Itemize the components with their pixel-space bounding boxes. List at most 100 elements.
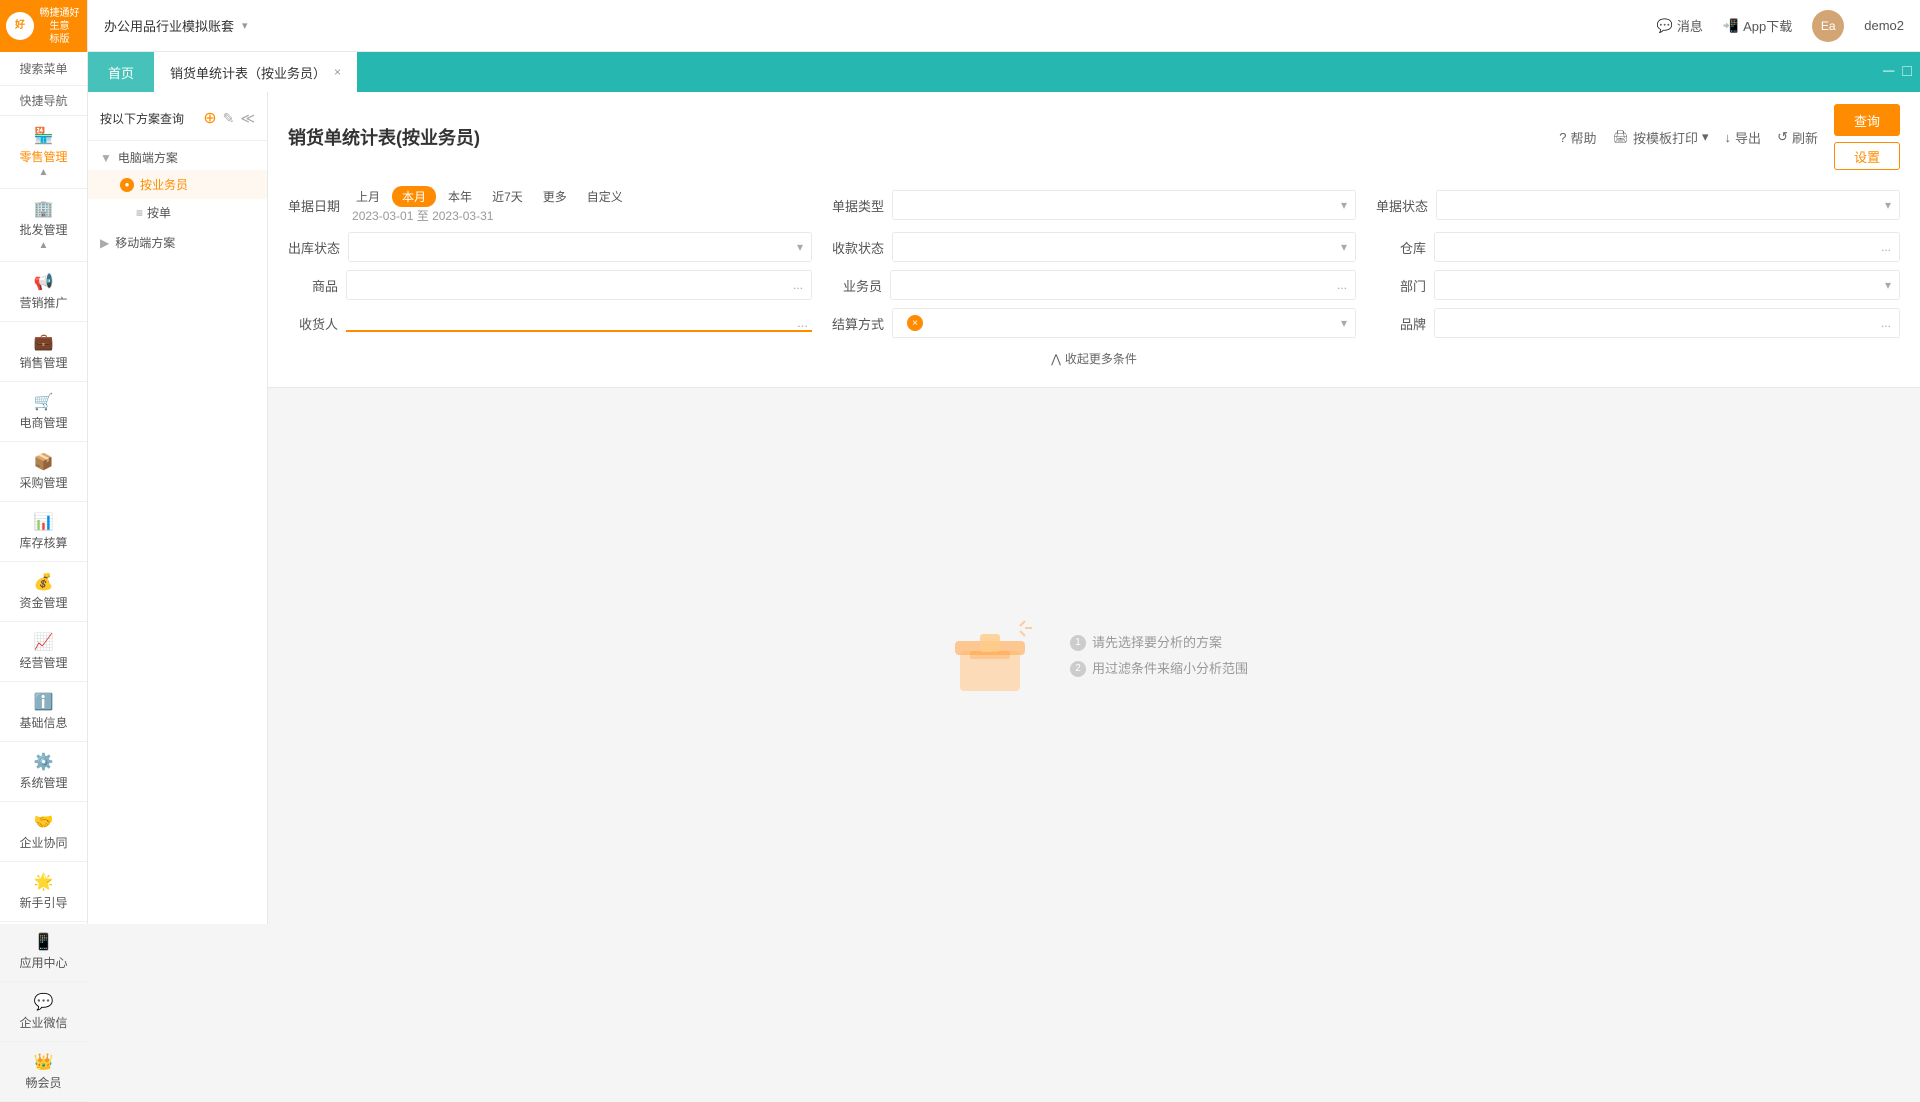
operations-icon: 📈 — [34, 632, 54, 652]
sidebar-item-sales[interactable]: 💼 销售管理 — [0, 322, 87, 382]
topbar: 办公用品行业模拟账套 ▾ 💬 消息 📲 App下载 Ea demo2 — [88, 0, 1920, 52]
tab-active[interactable]: 销货单统计表（按业务员） × — [154, 52, 357, 92]
page-actions: ? 帮助 🖨 按模板打印 ▾ ↓ 导出 ↺ — [1559, 104, 1900, 170]
page-title-row: 销货单统计表(按业务员) ? 帮助 🖨 按模板打印 ▾ ↓ — [288, 104, 1900, 170]
tab-close-icon[interactable]: × — [334, 65, 341, 79]
print-btn[interactable]: 🖨 按模板打印 ▾ — [1612, 128, 1708, 147]
payment-status-label: 收款状态 — [832, 238, 884, 257]
sidebar-item-inventory[interactable]: 📊 库存核算 — [0, 502, 87, 562]
product-label: 商品 — [288, 276, 338, 295]
settings-button[interactable]: 设置 — [1834, 142, 1900, 170]
industry-dropdown-icon[interactable]: ▾ — [242, 19, 248, 32]
scheme-label: 按业务员 — [140, 176, 188, 193]
stock-status-select[interactable]: ▾ — [348, 232, 812, 262]
apps-icon: 📱 — [34, 932, 54, 952]
department-select[interactable]: ▾ — [1434, 270, 1900, 300]
department-arrow: ▾ — [1885, 278, 1891, 292]
doc-status-select[interactable]: ▾ — [1436, 190, 1900, 220]
sidebar-item-operations[interactable]: 📈 经营管理 — [0, 622, 87, 682]
right-panel: 销货单统计表(按业务员) ? 帮助 🖨 按模板打印 ▾ ↓ — [268, 92, 1920, 924]
mobile-group-header[interactable]: ▶ 移动端方案 — [88, 230, 267, 255]
date-tab-thismonth[interactable]: 本月 — [392, 186, 436, 207]
order-icon: ≡ — [136, 206, 143, 220]
empty-illustration — [940, 606, 1040, 706]
sidebar-item-finance[interactable]: 💰 资金管理 — [0, 562, 87, 622]
stock-status-cell: 出库状态 ▾ — [288, 232, 812, 262]
settlement-select[interactable]: × ▾ — [892, 308, 1356, 338]
salesperson-dots: ... — [1337, 278, 1347, 292]
search-menu[interactable]: 搜索菜单 — [0, 52, 87, 86]
sidebar-item-basic[interactable]: ℹ️ 基础信息 — [0, 682, 87, 742]
settlement-arrow: ▾ — [1341, 316, 1347, 330]
finance-icon: 💰 — [34, 572, 54, 592]
brand-label: 品牌 — [1376, 314, 1426, 333]
panel-header: 按以下方案查询 ⊕ ✎ ≪ — [88, 104, 267, 136]
basic-icon: ℹ️ — [34, 692, 54, 712]
scheme-sub-item-order[interactable]: ≡ 按单 — [88, 199, 267, 226]
active-dot: ● — [120, 178, 134, 192]
brand-cell: 品牌 ... — [1376, 308, 1900, 338]
date-tab-custom[interactable]: 自定义 — [579, 186, 631, 207]
query-button[interactable]: 查询 — [1834, 104, 1900, 136]
salesperson-label: 业务员 — [832, 276, 882, 295]
refresh-icon: ↺ — [1777, 129, 1788, 145]
quick-nav[interactable]: 快捷导航 — [0, 86, 87, 116]
consignee-dots[interactable]: ... — [797, 315, 808, 330]
collapse-btn[interactable]: ⋀ 收起更多条件 — [288, 346, 1900, 371]
consignee-input[interactable] — [350, 315, 793, 329]
date-tab-thisyear[interactable]: 本年 — [440, 186, 480, 207]
export-btn[interactable]: ↓ 导出 — [1725, 128, 1762, 147]
add-scheme-icon[interactable]: ⊕ — [203, 108, 216, 128]
user-avatar[interactable]: Ea — [1812, 10, 1844, 42]
desktop-scheme-group: ▼ 电脑端方案 ● 按业务员 ≡ 按单 — [88, 145, 267, 226]
consignee-input-wrap: ... — [346, 315, 812, 332]
sidebar-item-system[interactable]: ⚙️ 系统管理 — [0, 742, 87, 802]
sidebar: 好 畅捷通好生意 标版 搜索菜单 快捷导航 🏪 零售管理 ▲ 🏢 批发管理 ▲ … — [0, 0, 88, 924]
product-select[interactable]: ... — [346, 270, 812, 300]
message-btn[interactable]: 💬 消息 — [1657, 16, 1703, 35]
wholesale-icon: 🏢 — [34, 199, 54, 219]
sidebar-item-wholesale[interactable]: 🏢 批发管理 ▲ — [0, 189, 87, 262]
doc-type-select[interactable]: ▾ — [892, 190, 1356, 220]
mobile-group-label: 移动端方案 — [115, 234, 175, 251]
doc-type-label: 单据类型 — [832, 196, 884, 215]
app-logo[interactable]: 好 畅捷通好生意 标版 — [0, 0, 87, 52]
sidebar-item-wechat[interactable]: 💬 企业微信 — [0, 982, 87, 1042]
date-tab-7days[interactable]: 近7天 — [484, 186, 531, 207]
expand-icon: ▼ — [100, 151, 112, 165]
salesperson-select[interactable]: ... — [890, 270, 1356, 300]
collapse-panel-icon[interactable]: ≪ — [240, 110, 255, 127]
desktop-group-header[interactable]: ▼ 电脑端方案 — [88, 145, 267, 170]
filter-row-3: 商品 ... 业务员 ... 部门 — [288, 270, 1900, 300]
user-name[interactable]: demo2 — [1864, 18, 1904, 33]
sidebar-item-retail[interactable]: 🏪 零售管理 ▲ — [0, 116, 87, 189]
sidebar-item-member[interactable]: 👑 畅会员 — [0, 1042, 87, 1102]
print-icon: 🖨 — [1612, 129, 1629, 145]
date-tab-more[interactable]: 更多 — [535, 186, 575, 207]
sidebar-item-apps[interactable]: 📱 应用中心 — [0, 922, 87, 982]
brand-select[interactable]: ... — [1434, 308, 1900, 338]
tab-min-btn[interactable]: ─ — [1883, 63, 1894, 81]
date-tab-lastmonth[interactable]: 上月 — [348, 186, 388, 207]
scheme-item-salesperson[interactable]: ● 按业务员 — [88, 170, 267, 199]
logo-text: 畅捷通好生意 标版 — [38, 7, 81, 46]
warehouse-select[interactable]: ... — [1434, 232, 1900, 262]
sidebar-item-enterprise[interactable]: 🤝 企业协同 — [0, 802, 87, 862]
step1-num: 1 — [1070, 635, 1086, 651]
edit-scheme-icon[interactable]: ✎ — [223, 110, 235, 127]
tab-home[interactable]: 首页 — [88, 52, 154, 92]
settlement-label: 结算方式 — [832, 314, 884, 333]
sidebar-item-marketing[interactable]: 📢 营销推广 — [0, 262, 87, 322]
doc-status-arrow: ▾ — [1885, 198, 1891, 212]
sales-icon: 💼 — [34, 332, 54, 352]
sidebar-item-ecommerce[interactable]: 🛒 电商管理 — [0, 382, 87, 442]
payment-status-select[interactable]: ▾ — [892, 232, 1356, 262]
sidebar-item-purchase[interactable]: 📦 采购管理 — [0, 442, 87, 502]
print-dropdown-icon[interactable]: ▾ — [1702, 129, 1709, 145]
help-btn[interactable]: ? 帮助 — [1559, 128, 1596, 147]
tab-max-btn[interactable]: □ — [1902, 63, 1912, 81]
settlement-x[interactable]: × — [907, 315, 923, 331]
sidebar-item-guide[interactable]: 🌟 新手引导 — [0, 862, 87, 922]
refresh-btn[interactable]: ↺ 刷新 — [1777, 128, 1818, 147]
app-download-btn[interactable]: 📲 App下载 — [1723, 16, 1792, 35]
